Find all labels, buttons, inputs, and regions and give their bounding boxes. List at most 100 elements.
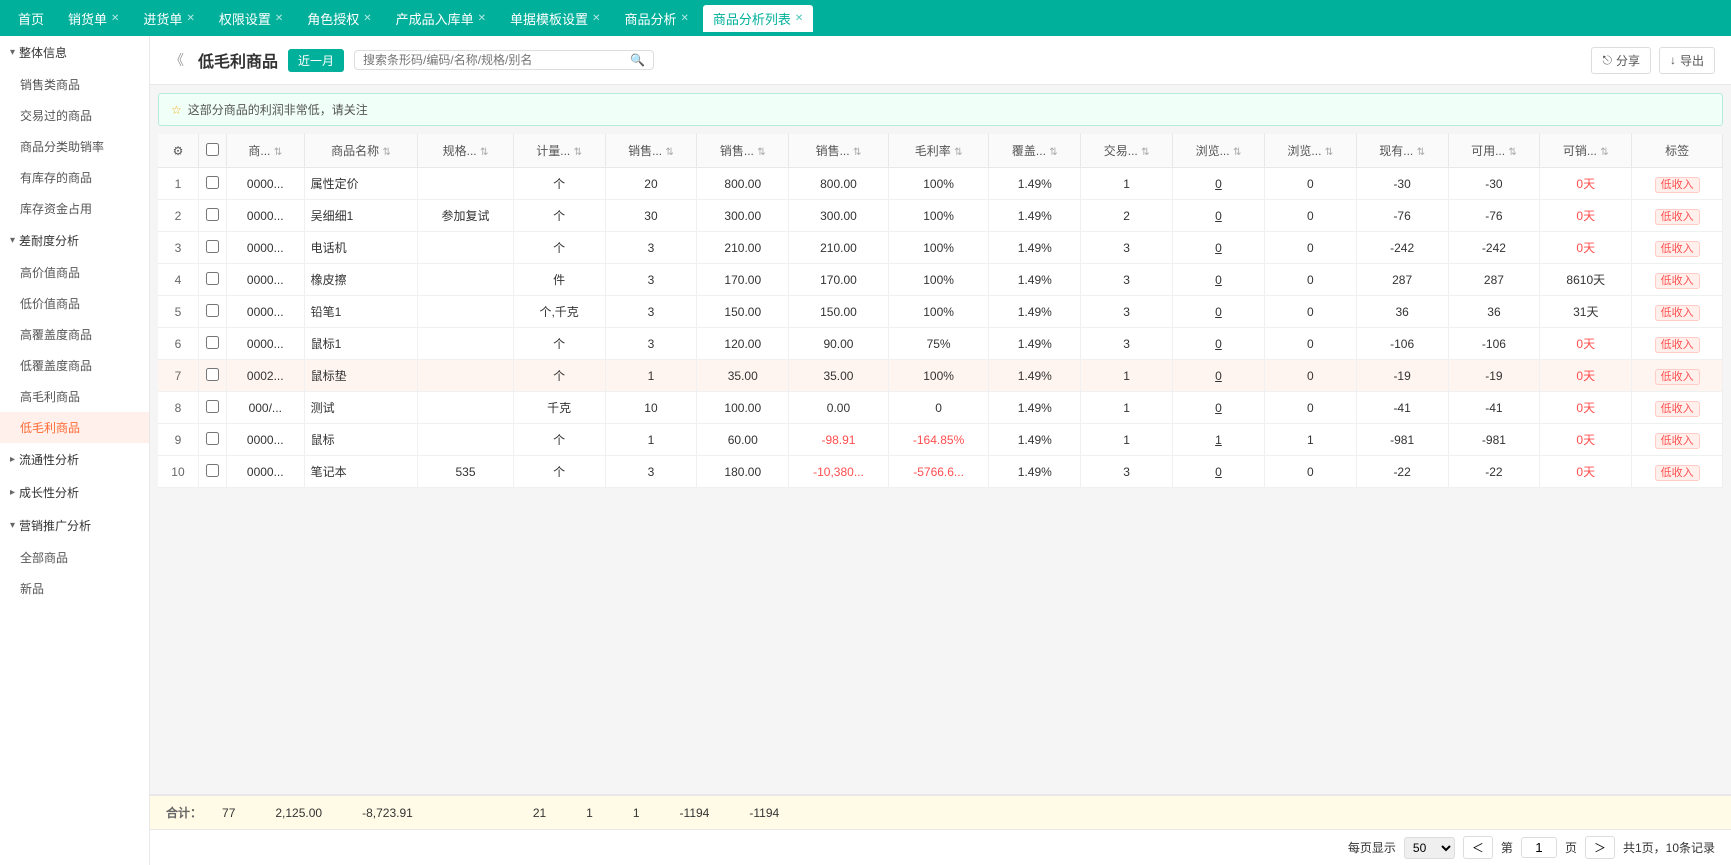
row-checkbox[interactable] bbox=[206, 432, 219, 445]
sidebar-item-all-goods[interactable]: 全部商品 bbox=[0, 542, 149, 573]
sidebar-section-marketing[interactable]: ▾ 营销推广分析 bbox=[0, 509, 149, 542]
col-sellable[interactable]: 可销... ⇅ bbox=[1540, 134, 1632, 168]
nav-product-in[interactable]: 产成品入库单 ✕ bbox=[386, 5, 496, 32]
nav-sales-order[interactable]: 销货单 ✕ bbox=[58, 5, 129, 32]
cell-checkbox[interactable] bbox=[198, 168, 226, 200]
cell-checkbox[interactable] bbox=[198, 360, 226, 392]
row-checkbox[interactable] bbox=[206, 176, 219, 189]
nav-role-auth[interactable]: 角色授权 ✕ bbox=[297, 5, 381, 32]
cell-checkbox[interactable] bbox=[198, 296, 226, 328]
row-checkbox[interactable] bbox=[206, 400, 219, 413]
cell-checkbox[interactable] bbox=[198, 264, 226, 296]
row-checkbox[interactable] bbox=[206, 304, 219, 317]
cell-name[interactable]: 吴细细1 bbox=[304, 200, 418, 232]
select-all-checkbox[interactable] bbox=[206, 143, 219, 156]
sidebar-item-high-coverage[interactable]: 高覆盖度商品 bbox=[0, 319, 149, 350]
nav-template-settings[interactable]: 单据模板设置 ✕ bbox=[500, 5, 610, 32]
cell-name[interactable]: 电话机 bbox=[304, 232, 418, 264]
cell-name[interactable]: 铅笔1 bbox=[304, 296, 418, 328]
next-page-button[interactable]: ＞ bbox=[1585, 836, 1615, 859]
close-icon[interactable]: ✕ bbox=[680, 13, 688, 24]
col-sales-amount[interactable]: 销售... ⇅ bbox=[697, 134, 789, 168]
nav-goods-analysis[interactable]: 商品分析 ✕ bbox=[614, 5, 698, 32]
col-coverage[interactable]: 覆盖... ⇅ bbox=[989, 134, 1081, 168]
row-checkbox[interactable] bbox=[206, 240, 219, 253]
col-name[interactable]: 商品名称 ⇅ bbox=[304, 134, 418, 168]
prev-page-button[interactable]: ＜ bbox=[1463, 836, 1493, 859]
cell-checkbox[interactable] bbox=[198, 200, 226, 232]
sidebar-item-sales-goods[interactable]: 销售类商品 bbox=[0, 69, 149, 100]
sidebar-item-new-goods[interactable]: 新品 bbox=[0, 573, 149, 604]
cell-browse1[interactable]: 0 bbox=[1173, 232, 1265, 264]
row-checkbox[interactable] bbox=[206, 368, 219, 381]
cell-name[interactable]: 测试 bbox=[304, 392, 418, 424]
row-checkbox[interactable] bbox=[206, 272, 219, 285]
nav-permissions[interactable]: 权限设置 ✕ bbox=[209, 5, 293, 32]
cell-browse1[interactable]: 1 bbox=[1173, 424, 1265, 456]
sidebar-item-high-margin[interactable]: 高毛利商品 bbox=[0, 381, 149, 412]
export-button[interactable]: ↓ 导出 bbox=[1659, 47, 1715, 74]
close-icon[interactable]: ✕ bbox=[275, 13, 283, 24]
sidebar-item-traded-goods[interactable]: 交易过的商品 bbox=[0, 100, 149, 131]
cell-checkbox[interactable] bbox=[198, 232, 226, 264]
cell-name[interactable]: 鼠标 bbox=[304, 424, 418, 456]
cell-browse1[interactable]: 0 bbox=[1173, 200, 1265, 232]
col-browse1[interactable]: 浏览... ⇅ bbox=[1173, 134, 1265, 168]
nav-purchase-order[interactable]: 进货单 ✕ bbox=[133, 5, 204, 32]
sidebar-section-growth[interactable]: ▸ 成长性分析 bbox=[0, 476, 149, 509]
sidebar-item-stocked-goods[interactable]: 有库存的商品 bbox=[0, 162, 149, 193]
row-checkbox[interactable] bbox=[206, 336, 219, 349]
cell-browse1[interactable]: 0 bbox=[1173, 456, 1265, 488]
cell-browse1[interactable]: 0 bbox=[1173, 168, 1265, 200]
nav-home[interactable]: 首页 bbox=[8, 5, 54, 32]
date-filter-button[interactable]: 近一月 bbox=[288, 49, 344, 72]
per-page-select[interactable]: 50 100 200 bbox=[1404, 837, 1455, 859]
cell-browse1[interactable]: 0 bbox=[1173, 360, 1265, 392]
col-available[interactable]: 可用... ⇅ bbox=[1448, 134, 1540, 168]
sidebar-section-overall[interactable]: ▾ 整体信息 bbox=[0, 36, 149, 69]
cell-checkbox[interactable] bbox=[198, 328, 226, 360]
col-spec[interactable]: 规格... ⇅ bbox=[418, 134, 513, 168]
sidebar-collapse-btn[interactable]: 《 bbox=[166, 46, 188, 74]
close-icon[interactable]: ✕ bbox=[363, 13, 371, 24]
col-sales-profit[interactable]: 销售... ⇅ bbox=[789, 134, 889, 168]
sidebar-item-low-coverage[interactable]: 低覆盖度商品 bbox=[0, 350, 149, 381]
sidebar-item-stock-capital[interactable]: 库存资金占用 bbox=[0, 193, 149, 224]
sidebar-item-low-value[interactable]: 低价值商品 bbox=[0, 288, 149, 319]
cell-name[interactable]: 鼠标垫 bbox=[304, 360, 418, 392]
col-code[interactable]: 商... ⇅ bbox=[226, 134, 304, 168]
close-icon[interactable]: ✕ bbox=[795, 13, 803, 24]
search-input[interactable] bbox=[363, 53, 630, 67]
close-icon[interactable]: ✕ bbox=[186, 13, 194, 24]
cell-browse1[interactable]: 0 bbox=[1173, 328, 1265, 360]
cell-checkbox[interactable] bbox=[198, 392, 226, 424]
cell-name[interactable]: 鼠标1 bbox=[304, 328, 418, 360]
col-select-all[interactable] bbox=[198, 134, 226, 168]
cell-checkbox[interactable] bbox=[198, 456, 226, 488]
nav-goods-analysis-list[interactable]: 商品分析列表 ✕ bbox=[703, 5, 813, 32]
row-checkbox[interactable] bbox=[206, 208, 219, 221]
col-settings[interactable]: ⚙ bbox=[158, 134, 198, 168]
col-current[interactable]: 现有... ⇅ bbox=[1356, 134, 1448, 168]
cell-name[interactable]: 属性定价 bbox=[304, 168, 418, 200]
cell-name[interactable]: 橡皮擦 bbox=[304, 264, 418, 296]
cell-name[interactable]: 笔记本 bbox=[304, 456, 418, 488]
col-unit[interactable]: 计量... ⇅ bbox=[513, 134, 605, 168]
close-icon[interactable]: ✕ bbox=[592, 13, 600, 24]
close-icon[interactable]: ✕ bbox=[478, 13, 486, 24]
page-number-input[interactable] bbox=[1521, 837, 1557, 858]
row-checkbox[interactable] bbox=[206, 464, 219, 477]
cell-checkbox[interactable] bbox=[198, 424, 226, 456]
search-icon[interactable]: 🔍 bbox=[630, 53, 645, 67]
col-gross-rate[interactable]: 毛利率 ⇅ bbox=[888, 134, 989, 168]
sidebar-item-category-rate[interactable]: 商品分类助销率 bbox=[0, 131, 149, 162]
share-button[interactable]: ⎋ 分享 bbox=[1591, 47, 1651, 74]
cell-browse1[interactable]: 0 bbox=[1173, 296, 1265, 328]
sidebar-section-liquidity[interactable]: ▸ 流通性分析 bbox=[0, 443, 149, 476]
sidebar-item-low-margin[interactable]: 低毛利商品 bbox=[0, 412, 149, 443]
sidebar-item-high-value[interactable]: 高价值商品 bbox=[0, 257, 149, 288]
sidebar-section-tolerance[interactable]: ▾ 差耐度分析 bbox=[0, 224, 149, 257]
cell-browse1[interactable]: 0 bbox=[1173, 264, 1265, 296]
cell-browse1[interactable]: 0 bbox=[1173, 392, 1265, 424]
close-icon[interactable]: ✕ bbox=[111, 13, 119, 24]
